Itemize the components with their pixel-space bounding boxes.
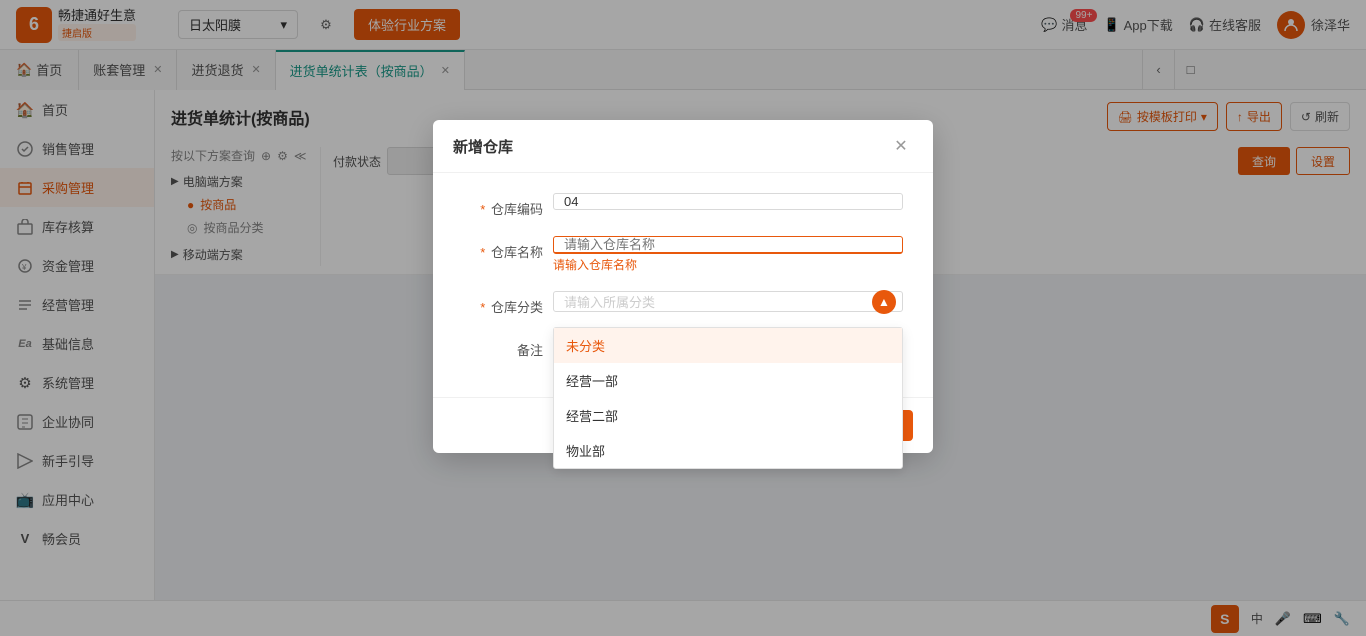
code-input-wrap [553,193,903,210]
modal-header: 新增仓库 ✕ [433,120,933,173]
dropdown-item-unclassified[interactable]: 未分类 [554,328,902,363]
modal-overlay: 新增仓库 ✕ * 仓库编码 * 仓库名称 [0,0,1366,636]
name-error-tip: 请输入仓库名称 [553,256,903,273]
code-label: * 仓库编码 [463,193,543,218]
code-input[interactable] [553,193,903,210]
modal-new-warehouse: 新增仓库 ✕ * 仓库编码 * 仓库名称 [433,120,933,453]
category-dropdown-list: 未分类 经营一部 经营二部 物业部 [553,327,903,469]
dropdown-arrow-icon: ▲ [872,290,896,314]
name-input-wrap: 请输入仓库名称 [553,236,903,273]
modal-close-button[interactable]: ✕ [889,134,913,158]
category-input-wrap: 请输入所属分类 ▲ 未分类 经营一部 经营二部 [553,291,903,312]
modal-body: * 仓库编码 * 仓库名称 请输入仓库名称 [433,173,933,397]
form-row-code: * 仓库编码 [463,193,903,218]
form-row-category: * 仓库分类 请输入所属分类 ▲ 未分类 经营一部 [463,291,903,316]
modal-title: 新增仓库 [453,136,513,157]
category-label: * 仓库分类 [463,291,543,316]
name-input[interactable] [553,236,903,254]
dropdown-item-dept3[interactable]: 物业部 [554,433,902,468]
category-placeholder: 请输入所属分类 [564,292,655,311]
category-dropdown[interactable]: 请输入所属分类 ▲ [553,291,903,312]
notes-label: 备注 [463,334,543,359]
dropdown-item-dept1[interactable]: 经营一部 [554,363,902,398]
form-row-name: * 仓库名称 请输入仓库名称 [463,236,903,273]
name-label: * 仓库名称 [463,236,543,261]
dropdown-item-dept2[interactable]: 经营二部 [554,398,902,433]
